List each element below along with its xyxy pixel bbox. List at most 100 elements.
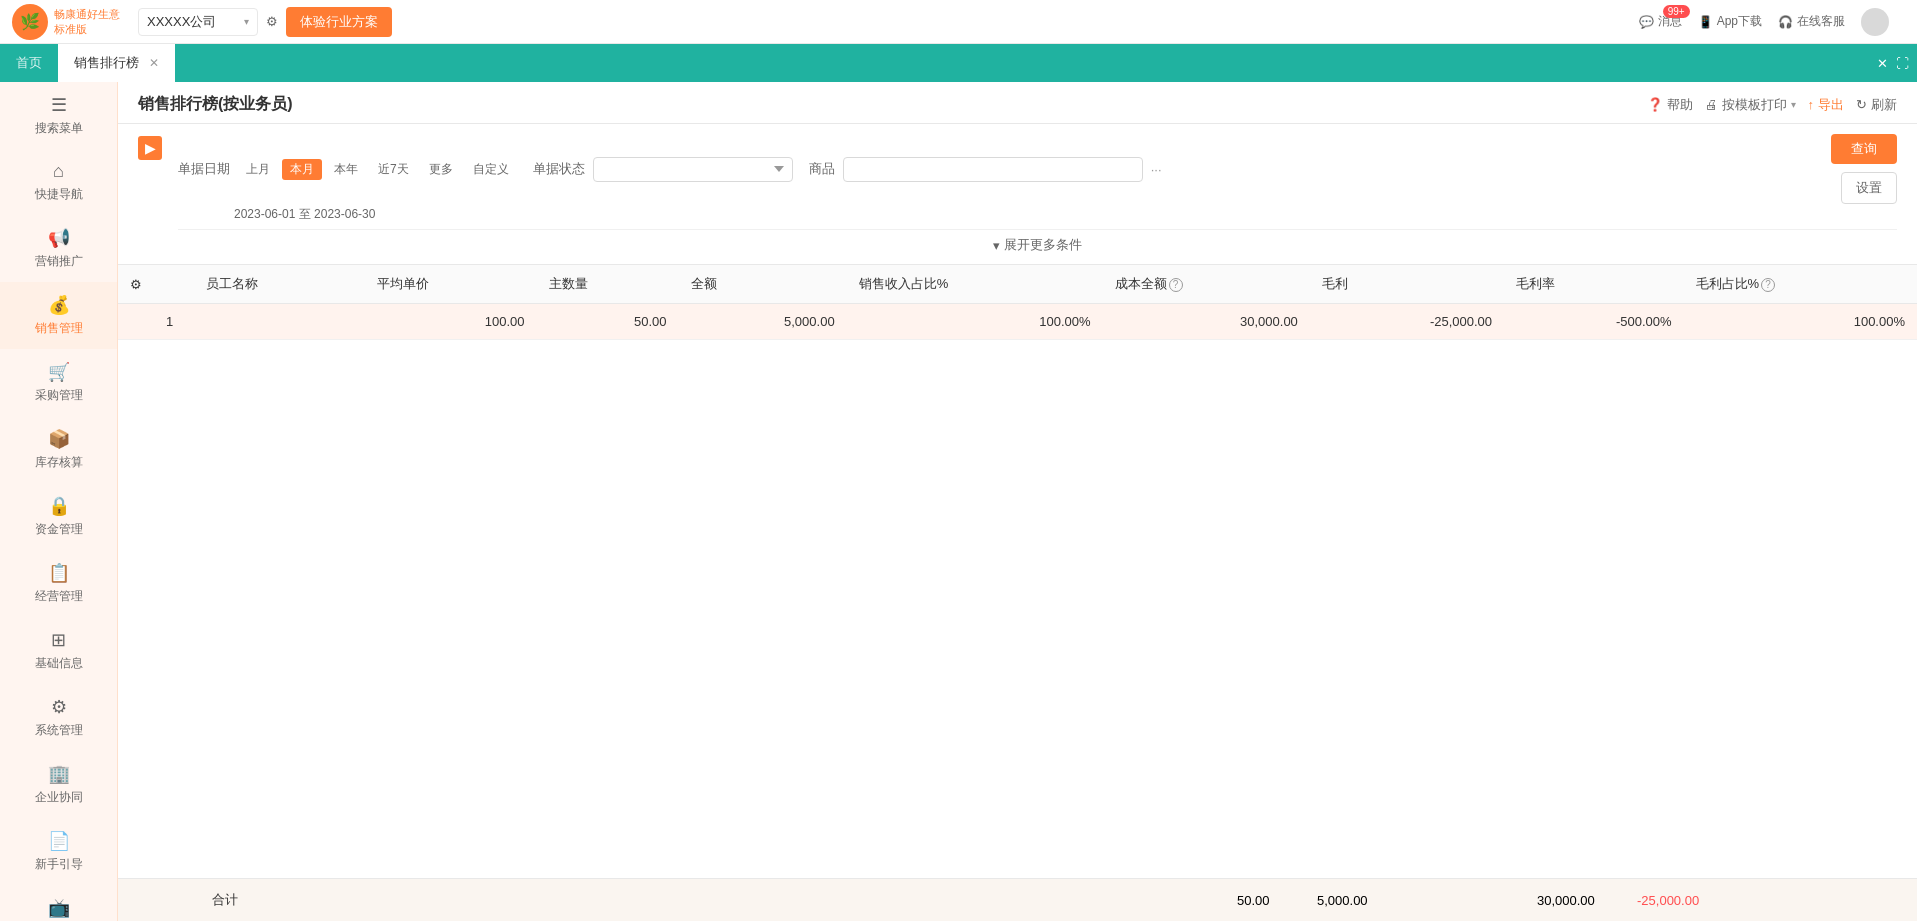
table-row: 1 100.00 50.00 5,000.00 100.00% 30,000.0… — [118, 304, 1917, 340]
sidebar-item-marketing[interactable]: 📢 营销推广 — [0, 215, 117, 282]
data-table: ⚙ 员工名称 平均单价 主数量 全额 销售收入占比% 成本全额? 毛利 毛利率 — [118, 265, 1917, 340]
sidebar-item-sales-mgmt[interactable]: 💰 销售管理 — [0, 282, 117, 349]
sidebar-item-quick-nav[interactable]: ⌂ 快捷导航 — [0, 149, 117, 215]
window-close-icon[interactable]: ✕ — [1877, 56, 1888, 71]
cell-main-qty: 50.00 — [537, 304, 679, 340]
sales-icon: 💰 — [48, 294, 70, 316]
summary-main-qty: 50.00 — [1225, 887, 1305, 913]
col-main-qty: 主数量 — [537, 265, 679, 304]
page-header: 销售排行榜(按业务员) ❓ 帮助 🖨 按模板打印 ▾ ↑ 导出 ↻ 刷新 — [118, 82, 1917, 124]
status-label: 单据状态 — [533, 160, 585, 178]
home-icon: ⌂ — [53, 161, 64, 182]
company-name: XXXXX公司 — [147, 13, 240, 31]
expand-more-btn[interactable]: ▾ 展开更多条件 — [178, 229, 1897, 254]
cart-icon: 🛒 — [48, 361, 70, 383]
summary-profit: -25,000.00 — [1625, 887, 1725, 913]
lock-icon: 🔒 — [48, 495, 70, 517]
profit-pct-info-icon[interactable]: ? — [1761, 278, 1775, 292]
tab-bar-right: ✕ ⛶ — [1877, 56, 1917, 71]
goods-label: 商品 — [809, 160, 835, 178]
date-tab-7days[interactable]: 近7天 — [370, 159, 417, 180]
grid-icon: ⊞ — [51, 629, 66, 651]
export-btn[interactable]: ↑ 导出 — [1808, 96, 1845, 114]
sidebar-item-purchase-mgmt[interactable]: 🛒 采购管理 — [0, 349, 117, 416]
table-settings-icon[interactable]: ⚙ — [130, 277, 142, 292]
window-maximize-icon[interactable]: ⛶ — [1896, 56, 1909, 71]
header-actions: 💬 消息 99+ 📱 App下载 🎧 在线客服 — [1639, 8, 1905, 36]
ops-icon: 📋 — [48, 562, 70, 584]
filter-row-1: 单据日期 上月 本月 本年 近7天 更多 自定义 — [178, 134, 1897, 204]
summary-amount: 5,000.00 — [1305, 887, 1405, 913]
sidebar-label-base: 基础信息 — [35, 655, 83, 672]
summary-cost: 30,000.00 — [1525, 887, 1625, 913]
company-selector[interactable]: XXXXX公司 ▾ — [138, 8, 258, 36]
settings-btn[interactable]: 设置 — [1841, 172, 1897, 204]
col-rank — [154, 265, 194, 304]
app-download-btn[interactable]: 📱 App下载 — [1698, 13, 1762, 30]
box-icon: 📦 — [48, 428, 70, 450]
help-icon: ❓ — [1647, 97, 1663, 112]
avatar[interactable] — [1861, 8, 1889, 36]
sidebar-item-inventory[interactable]: 📦 库存核算 — [0, 416, 117, 483]
sidebar-item-sys-mgmt[interactable]: ⚙ 系统管理 — [0, 684, 117, 751]
message-badge: 99+ — [1663, 5, 1690, 18]
col-amount: 全额 — [679, 265, 847, 304]
col-profit-rate: 毛利率 — [1504, 265, 1684, 304]
settings-icon[interactable]: ⚙ — [266, 14, 278, 29]
date-tab-custom[interactable]: 自定义 — [465, 159, 517, 180]
date-tab-more[interactable]: 更多 — [421, 159, 461, 180]
sidebar-item-base-info[interactable]: ⊞ 基础信息 — [0, 617, 117, 684]
goods-more-icon[interactable]: ··· — [1151, 162, 1162, 177]
help-btn[interactable]: ❓ 帮助 — [1647, 96, 1693, 114]
print-btn[interactable]: 🖨 按模板打印 ▾ — [1705, 96, 1796, 114]
page-actions: ❓ 帮助 🖨 按模板打印 ▾ ↑ 导出 ↻ 刷新 — [1647, 96, 1898, 114]
enterprise-icon: 🏢 — [48, 763, 70, 785]
download-icon: 📱 — [1698, 15, 1713, 29]
expand-icon: ▾ — [993, 238, 1000, 253]
refresh-btn[interactable]: ↻ 刷新 — [1856, 96, 1897, 114]
sidebar-label-guide: 新手引导 — [35, 856, 83, 873]
sidebar-label-sales: 销售管理 — [35, 320, 83, 337]
sidebar-label-fund: 资金管理 — [35, 521, 83, 538]
table-footer: 合计 50.00 5,000.00 30,000.00 -25,000.00 — [118, 878, 1917, 921]
query-btn[interactable]: 查询 — [1831, 134, 1897, 164]
goods-input[interactable] — [843, 157, 1143, 182]
filter-collapse-btn[interactable]: ▶ — [138, 136, 162, 160]
cell-rank: 1 — [154, 304, 194, 340]
status-select[interactable] — [593, 157, 793, 182]
date-tab-this-month[interactable]: 本月 — [282, 159, 322, 180]
message-btn[interactable]: 💬 消息 99+ — [1639, 13, 1682, 30]
headset-icon: 🎧 — [1778, 15, 1793, 29]
industry-btn[interactable]: 体验行业方案 — [286, 7, 392, 37]
tab-bar: 首页 销售排行榜 ✕ ✕ ⛶ — [0, 44, 1917, 82]
date-tab-this-year[interactable]: 本年 — [326, 159, 366, 180]
sidebar-item-app-center[interactable]: 📺 应用中心 — [0, 885, 117, 921]
cell-sales-pct: 100.00% — [847, 304, 1103, 340]
tab-close-icon[interactable]: ✕ — [149, 56, 159, 70]
sidebar-label-purchase: 采购管理 — [35, 387, 83, 404]
search-icon: ☰ — [51, 94, 67, 116]
sidebar-item-ops-mgmt[interactable]: 📋 经营管理 — [0, 550, 117, 617]
col-avg-price: 平均单价 — [365, 265, 536, 304]
date-tabs: 上月 本月 本年 近7天 更多 自定义 — [238, 159, 517, 180]
cell-profit-pct: 100.00% — [1684, 304, 1917, 340]
cell-amount: 5,000.00 — [679, 304, 847, 340]
tab-home[interactable]: 首页 — [0, 44, 58, 82]
tab-sales-ranking[interactable]: 销售排行榜 ✕ — [58, 44, 175, 82]
summary-label: 合计 — [200, 887, 1145, 913]
sidebar-item-search-order[interactable]: ☰ 搜索菜单 — [0, 82, 117, 149]
megaphone-icon: 📢 — [48, 227, 70, 249]
col-profit-pct: 毛利占比%? — [1684, 265, 1917, 304]
col-settings[interactable]: ⚙ — [118, 265, 154, 304]
date-tab-last-month[interactable]: 上月 — [238, 159, 278, 180]
cell-avg-price: 100.00 — [365, 304, 536, 340]
sidebar-item-enterprise-collab[interactable]: 🏢 企业协同 — [0, 751, 117, 818]
cost-info-icon[interactable]: ? — [1169, 278, 1183, 292]
online-support-btn[interactable]: 🎧 在线客服 — [1778, 13, 1845, 30]
cell-profit-rate: -500.00% — [1504, 304, 1684, 340]
col-cost: 成本全额? — [1103, 265, 1310, 304]
logo-text: 畅康通好生意 标准版 — [54, 7, 120, 36]
filter-date: 单据日期 上月 本月 本年 近7天 更多 自定义 — [178, 159, 517, 180]
sidebar-item-new-guide[interactable]: 📄 新手引导 — [0, 818, 117, 885]
sidebar-item-fund-mgmt[interactable]: 🔒 资金管理 — [0, 483, 117, 550]
